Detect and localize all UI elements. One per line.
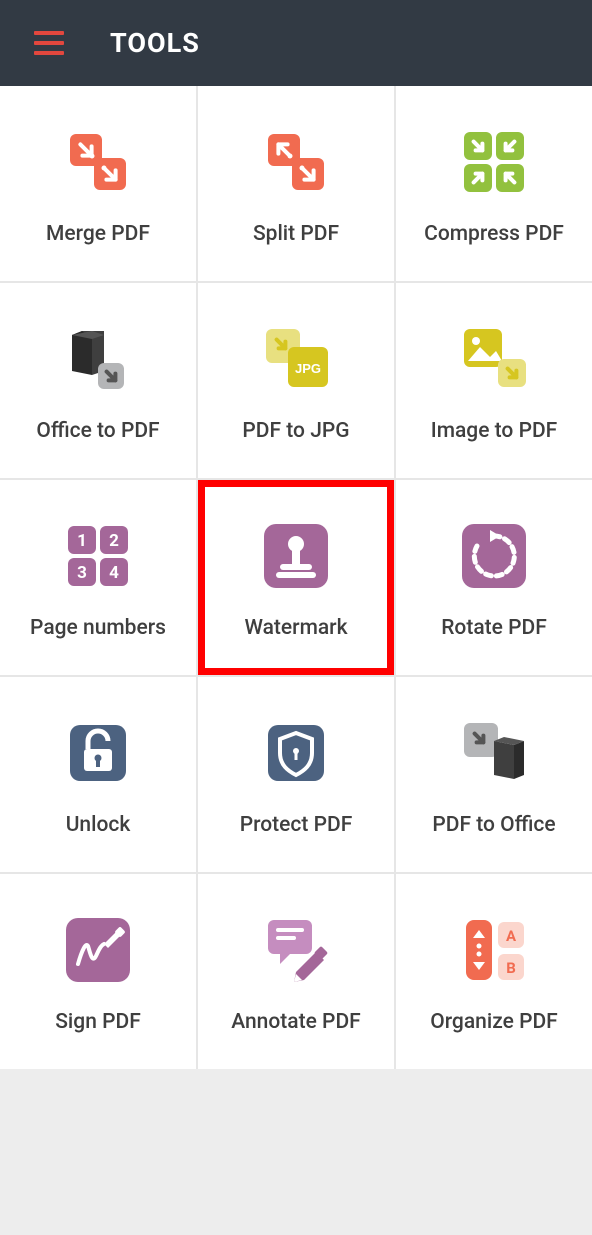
- tool-split[interactable]: Split PDF: [198, 86, 394, 281]
- tool-sign[interactable]: Sign PDF: [0, 874, 196, 1069]
- watermark-icon: [262, 516, 330, 596]
- page-title: TOOLS: [110, 27, 200, 59]
- tool-pagenumbers[interactable]: 1 2 3 4 Page numbers: [0, 480, 196, 675]
- svg-text:B: B: [506, 959, 516, 977]
- split-icon: [262, 122, 330, 202]
- tool-label: Annotate PDF: [231, 1010, 361, 1034]
- tool-unlock[interactable]: Unlock: [0, 677, 196, 872]
- tool-protect[interactable]: Protect PDF: [198, 677, 394, 872]
- tool-label: Sign PDF: [55, 1010, 141, 1034]
- tool-compress[interactable]: Compress PDF: [396, 86, 592, 281]
- office2pdf-icon: [64, 319, 132, 399]
- tool-label: Page numbers: [30, 616, 166, 640]
- svg-text:2: 2: [109, 531, 119, 551]
- svg-text:A: A: [506, 927, 517, 945]
- tool-label: Compress PDF: [424, 222, 564, 246]
- unlock-icon: [64, 713, 132, 793]
- tool-office2pdf[interactable]: Office to PDF: [0, 283, 196, 478]
- tool-watermark[interactable]: Watermark: [198, 480, 394, 675]
- svg-text:3: 3: [77, 563, 87, 583]
- merge-icon: [64, 122, 132, 202]
- tool-label: Unlock: [66, 813, 131, 837]
- tool-label: Office to PDF: [36, 419, 159, 443]
- sign-icon: [64, 910, 132, 990]
- tool-organize[interactable]: AB Organize PDF: [396, 874, 592, 1069]
- tool-img2pdf[interactable]: Image to PDF: [396, 283, 592, 478]
- tool-label: Rotate PDF: [441, 616, 547, 640]
- tool-label: Merge PDF: [46, 222, 150, 246]
- tool-annotate[interactable]: Annotate PDF: [198, 874, 394, 1069]
- tool-label: PDF to JPG: [242, 419, 349, 443]
- menu-icon[interactable]: [34, 31, 64, 55]
- pagenumbers-icon: 1 2 3 4: [64, 516, 132, 596]
- tool-label: Split PDF: [253, 222, 339, 246]
- tool-rotate[interactable]: Rotate PDF: [396, 480, 592, 675]
- app-header: TOOLS: [0, 0, 592, 86]
- tool-label: Protect PDF: [240, 813, 353, 837]
- compress-icon: [460, 122, 528, 202]
- tool-label: PDF to Office: [432, 813, 555, 837]
- pdf2office-icon: [460, 713, 528, 793]
- tool-label: Watermark: [244, 616, 347, 640]
- tools-grid: Merge PDF Split PDF Compress PDF Office …: [0, 86, 592, 1069]
- organize-icon: AB: [460, 910, 528, 990]
- annotate-icon: [262, 910, 330, 990]
- tool-pdf2office[interactable]: PDF to Office: [396, 677, 592, 872]
- tool-label: Organize PDF: [430, 1010, 558, 1034]
- svg-text:4: 4: [109, 563, 119, 583]
- protect-icon: [262, 713, 330, 793]
- img2pdf-icon: [460, 319, 528, 399]
- svg-text:1: 1: [77, 531, 87, 551]
- rotate-icon: [460, 516, 528, 596]
- tool-label: Image to PDF: [431, 419, 558, 443]
- tool-merge[interactable]: Merge PDF: [0, 86, 196, 281]
- pdf2jpg-icon: JPG: [262, 319, 330, 399]
- svg-text:JPG: JPG: [295, 361, 321, 376]
- tool-pdf2jpg[interactable]: JPG PDF to JPG: [198, 283, 394, 478]
